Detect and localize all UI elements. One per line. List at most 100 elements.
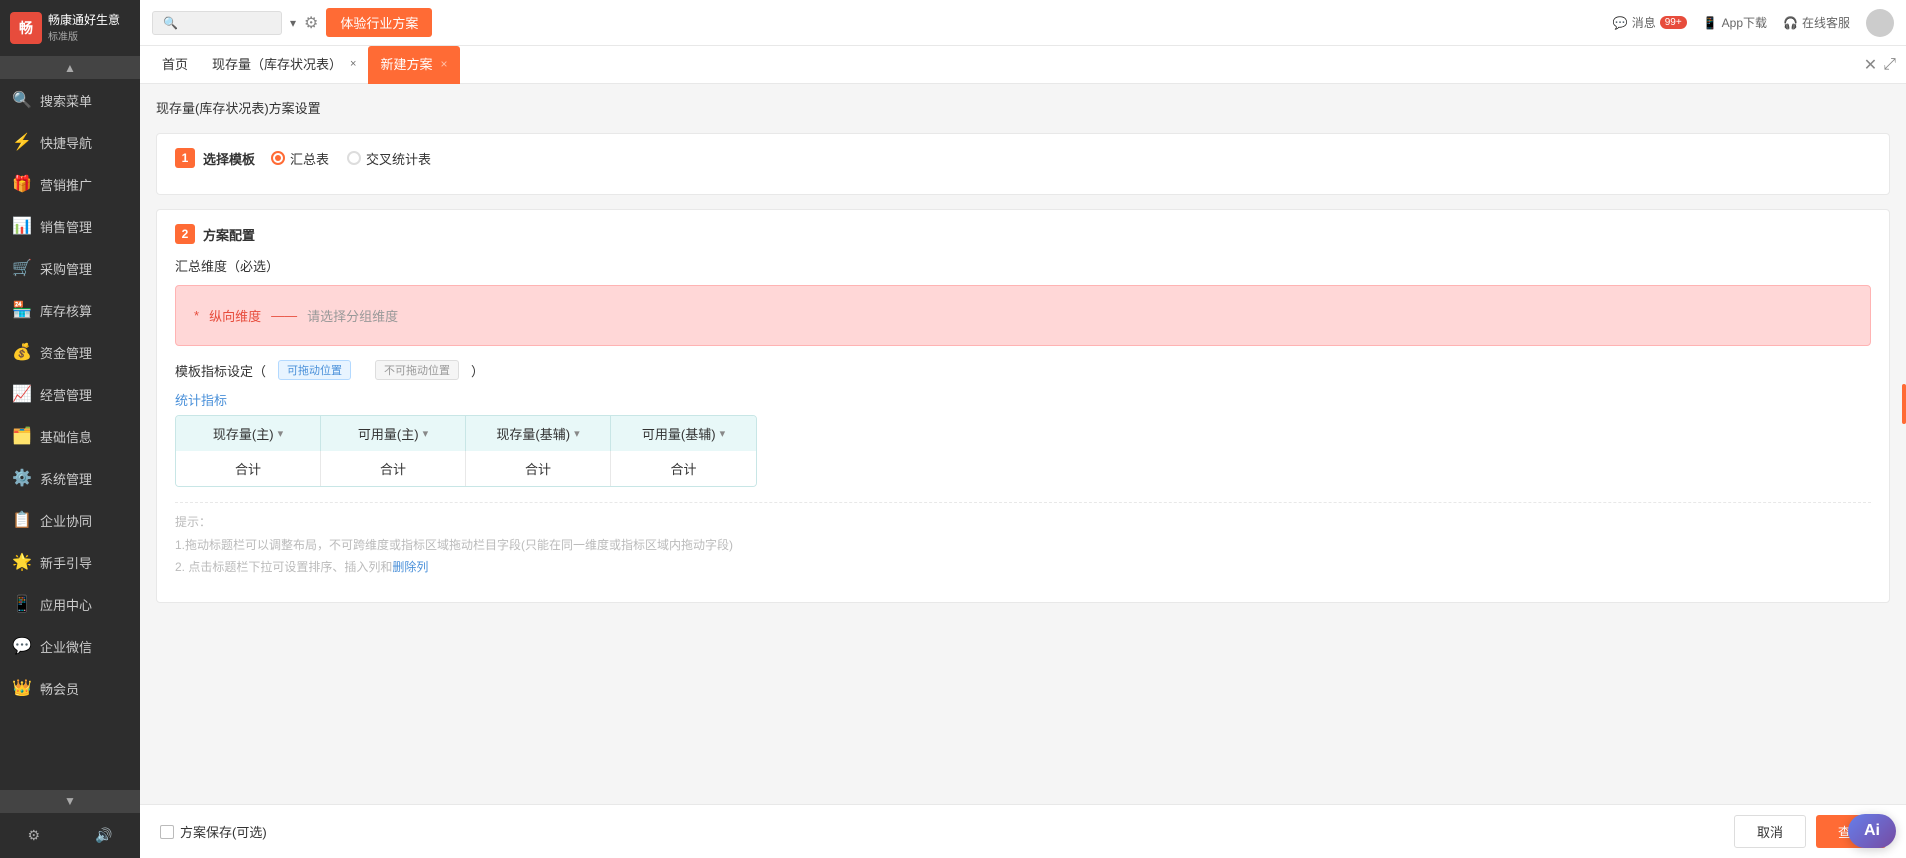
cancel-button[interactable]: 取消 bbox=[1734, 815, 1806, 848]
contract-icon: 📋 bbox=[12, 510, 32, 530]
message-label: 消息 bbox=[1632, 14, 1656, 31]
app-logo-icon: 畅 bbox=[10, 12, 42, 44]
radio-summary-dot bbox=[271, 151, 285, 165]
spacer bbox=[156, 617, 1890, 637]
save-option-label: 方案保存(可选) bbox=[180, 822, 267, 841]
section-select-template: 1 选择模板 汇总表 交叉统计表 bbox=[156, 133, 1890, 195]
save-checkbox[interactable] bbox=[160, 825, 174, 839]
stats-body-col-0: 合计 bbox=[176, 451, 321, 486]
topbar-right: 💬 消息 99+ 📱 App下载 🎧 在线客服 bbox=[1613, 9, 1894, 37]
trial-industry-button[interactable]: 体验行业方案 bbox=[326, 8, 432, 37]
stats-body-col-2: 合计 bbox=[466, 451, 611, 486]
sidebar-item-contract[interactable]: 📋 企业协同 bbox=[0, 499, 140, 541]
topbar-search-box[interactable]: 🔍 bbox=[152, 11, 282, 35]
user-avatar[interactable] bbox=[1866, 9, 1894, 37]
template-radio-group: 汇总表 交叉统计表 bbox=[271, 149, 431, 168]
tab-inventory-label: 现存量（库存状况表） bbox=[212, 54, 342, 73]
sidebar-item-finance[interactable]: 💰 资金管理 bbox=[0, 331, 140, 373]
indicator-label-row: 模板指标设定（ 可拖动位置 不可拖动位置 ） bbox=[175, 360, 1871, 380]
tip-item-1: 2. 点击标题栏下拉可设置排序、插入列和删除列 bbox=[175, 557, 1871, 579]
sidebar-bottom: ⚙ 🔊 bbox=[0, 812, 140, 858]
sidebar-item-search[interactable]: 🔍 搜索菜单 bbox=[0, 79, 140, 121]
tab-expand-button[interactable]: ⤢ bbox=[1883, 56, 1896, 74]
customer-service-button[interactable]: 🎧 在线客服 bbox=[1783, 14, 1850, 31]
stats-table-header: 现存量(主) ▾ 可用量(主) ▾ 现存量(基辅) ▾ 可用量(基辅) ▾ bbox=[176, 416, 756, 451]
tab-new-plan[interactable]: 新建方案 × bbox=[368, 46, 459, 84]
tab-inventory-close[interactable]: × bbox=[350, 58, 356, 70]
sidebar-item-purchase[interactable]: 🛒 采购管理 bbox=[0, 247, 140, 289]
basic-info-icon: 🗂️ bbox=[12, 426, 32, 446]
topbar-dropdown-arrow[interactable]: ▾ bbox=[290, 16, 296, 30]
sidebar-logo: 畅 畅康通好生意 标准版 bbox=[0, 0, 140, 57]
stats-section-label: 统计指标 bbox=[175, 390, 1871, 409]
step2-badge: 2 bbox=[175, 224, 195, 244]
app-download-icon: 📱 bbox=[1703, 16, 1718, 30]
topbar-gear-button[interactable]: ⚙ bbox=[304, 13, 318, 33]
stats-col-header-2[interactable]: 现存量(基辅) ▾ bbox=[466, 416, 611, 451]
sidebar-sound-button[interactable]: 🔊 bbox=[87, 821, 120, 850]
indicator-label-text: 模板指标设定（ bbox=[175, 361, 266, 380]
col-dropdown-0[interactable]: ▾ bbox=[278, 427, 284, 440]
section1-header: 1 选择模板 汇总表 交叉统计表 bbox=[175, 148, 1871, 168]
sales-icon: 📊 bbox=[12, 216, 32, 236]
tab-new-plan-close[interactable]: × bbox=[440, 57, 447, 71]
tip-section: 提示： 1.拖动标题栏可以调整布局，不可跨维度或指标区域拖动栏目字段(只能在同一… bbox=[175, 502, 1871, 588]
sidebar-item-app-center[interactable]: 📱 应用中心 bbox=[0, 583, 140, 625]
scroll-indicator bbox=[1902, 384, 1906, 424]
member-icon: 👑 bbox=[12, 678, 32, 698]
stats-table: 现存量(主) ▾ 可用量(主) ▾ 现存量(基辅) ▾ 可用量(基辅) ▾ bbox=[175, 415, 757, 487]
tab-inventory[interactable]: 现存量（库存状况表） × bbox=[200, 46, 368, 84]
sidebar-item-member[interactable]: 👑 畅会员 bbox=[0, 667, 140, 709]
indicator-label-close: ） bbox=[471, 361, 484, 380]
app-download-button[interactable]: 📱 App下载 bbox=[1703, 14, 1767, 31]
tab-home[interactable]: 首页 bbox=[150, 46, 200, 84]
stats-col-header-0[interactable]: 现存量(主) ▾ bbox=[176, 416, 321, 451]
sidebar-item-basic-info[interactable]: 🗂️ 基础信息 bbox=[0, 415, 140, 457]
sidebar: 畅 畅康通好生意 标准版 ▲ 🔍 搜索菜单 ⚡ 快捷导航 🎁 营销推广 📊 销售… bbox=[0, 0, 140, 858]
message-button[interactable]: 💬 消息 99+ bbox=[1613, 14, 1687, 31]
sidebar-scroll-up[interactable]: ▲ bbox=[0, 57, 140, 79]
non-draggable-badge: 不可拖动位置 bbox=[375, 360, 459, 380]
dimension-picker-area[interactable]: * 纵向维度 —— 请选择分组维度 bbox=[175, 285, 1871, 346]
sidebar-item-quick-nav[interactable]: ⚡ 快捷导航 bbox=[0, 121, 140, 163]
col-dropdown-1[interactable]: ▾ bbox=[423, 427, 429, 440]
sidebar-settings-button[interactable]: ⚙ bbox=[20, 821, 49, 850]
dimension-placeholder: 请选择分组维度 bbox=[307, 306, 398, 325]
app-download-label: App下载 bbox=[1722, 14, 1767, 31]
topbar: 🔍 ▾ ⚙ 体验行业方案 💬 消息 99+ 📱 App下载 🎧 在线客服 bbox=[140, 0, 1906, 46]
stats-col-header-3[interactable]: 可用量(基辅) ▾ bbox=[611, 416, 756, 451]
tip-delete-link[interactable]: 删除列 bbox=[392, 560, 428, 574]
tip-title: 提示： bbox=[175, 513, 1871, 530]
tab-close-panel-button[interactable]: ✕ bbox=[1864, 55, 1877, 75]
sidebar-item-system[interactable]: ⚙️ 系统管理 bbox=[0, 457, 140, 499]
sidebar-item-new-guide[interactable]: 🌟 新手引导 bbox=[0, 541, 140, 583]
section-plan-config: 2 方案配置 汇总维度（必选） * 纵向维度 —— 请选择分组维度 模板指标设定… bbox=[156, 209, 1890, 603]
sidebar-item-sales[interactable]: 📊 销售管理 bbox=[0, 205, 140, 247]
col-dropdown-2[interactable]: ▾ bbox=[574, 427, 580, 440]
draggable-badge: 可拖动位置 bbox=[278, 360, 351, 380]
ai-fab-button[interactable]: Ai bbox=[1848, 814, 1896, 848]
sidebar-nav: 🔍 搜索菜单 ⚡ 快捷导航 🎁 营销推广 📊 销售管理 🛒 采购管理 🏪 库存核… bbox=[0, 79, 140, 790]
finance-icon: 💰 bbox=[12, 342, 32, 362]
message-badge: 99+ bbox=[1660, 16, 1687, 29]
stats-col-header-1[interactable]: 可用量(主) ▾ bbox=[321, 416, 466, 451]
sidebar-item-operations[interactable]: 📈 经营管理 bbox=[0, 373, 140, 415]
sidebar-item-inventory[interactable]: 🏪 库存核算 bbox=[0, 289, 140, 331]
main-container: 🔍 ▾ ⚙ 体验行业方案 💬 消息 99+ 📱 App下载 🎧 在线客服 bbox=[140, 0, 1906, 858]
step1-badge: 1 bbox=[175, 148, 195, 168]
message-icon: 💬 bbox=[1613, 16, 1628, 30]
new-guide-icon: 🌟 bbox=[12, 552, 32, 572]
sidebar-item-enterprise-wx[interactable]: 💬 企业微信 bbox=[0, 625, 140, 667]
page-title: 现存量(库存状况表)方案设置 bbox=[156, 98, 1890, 117]
sidebar-item-marketing[interactable]: 🎁 营销推广 bbox=[0, 163, 140, 205]
headset-icon: 🎧 bbox=[1783, 16, 1798, 30]
stats-body-col-1: 合计 bbox=[321, 451, 466, 486]
radio-cross-table[interactable]: 交叉统计表 bbox=[347, 149, 431, 168]
save-option: 方案保存(可选) bbox=[160, 822, 267, 841]
radio-summary-table[interactable]: 汇总表 bbox=[271, 149, 329, 168]
sidebar-scroll-down[interactable]: ▼ bbox=[0, 790, 140, 812]
enterprise-wx-icon: 💬 bbox=[12, 636, 32, 656]
col-dropdown-3[interactable]: ▾ bbox=[720, 427, 726, 440]
tip-item-0: 1.拖动标题栏可以调整布局，不可跨维度或指标区域拖动栏目字段(只能在同一维度或指… bbox=[175, 535, 1871, 557]
tab-home-label: 首页 bbox=[162, 54, 188, 73]
